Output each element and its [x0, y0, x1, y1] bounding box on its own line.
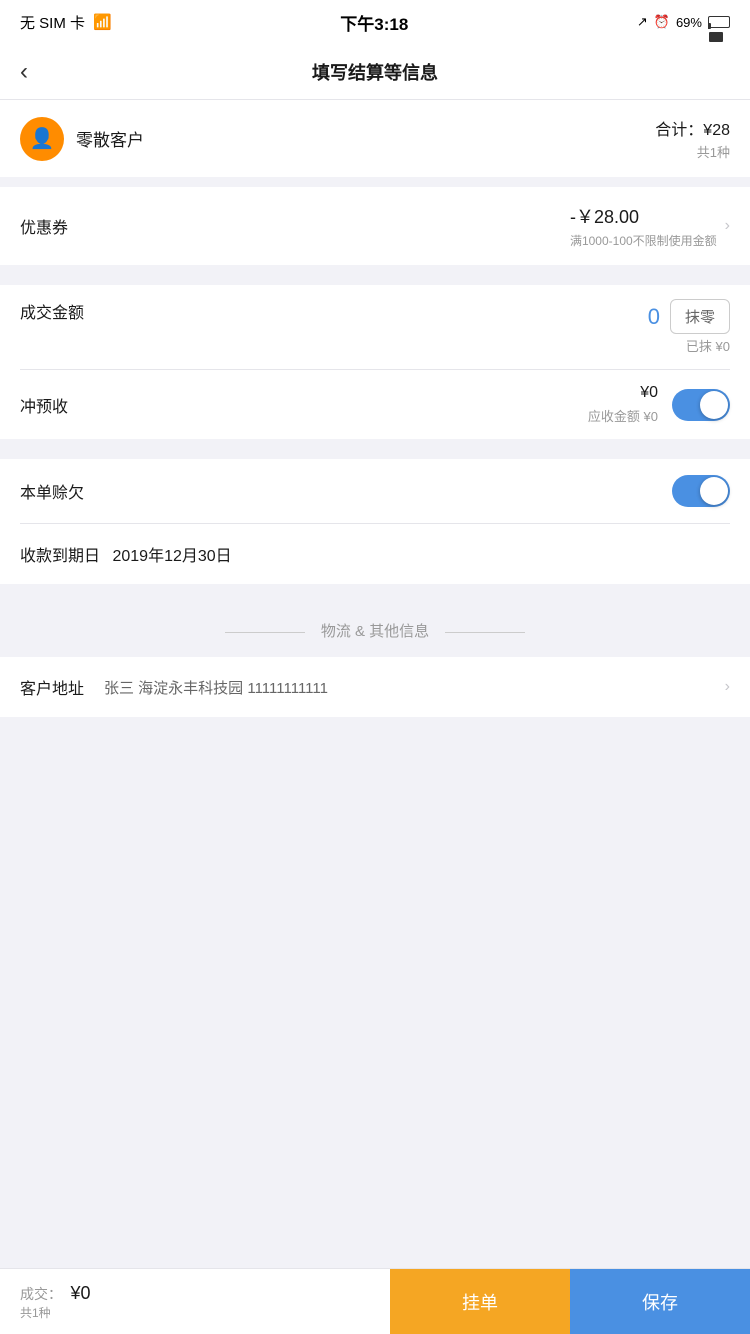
coupon-section: 优惠券 -￥28.00 满1000-100不限制使用金额 › [0, 187, 750, 265]
bottom-bar: 成交： ¥0 共1种 挂单 保存 [0, 1268, 750, 1334]
transaction-value: 0 [648, 304, 660, 330]
bottom-left: 成交： ¥0 共1种 [0, 1283, 390, 1321]
battery-icon [708, 16, 730, 28]
back-button[interactable]: ‹ [20, 58, 28, 86]
section-divider-3 [0, 594, 750, 604]
content-area: 👤 零散客户 合计：¥28 共1种 优惠券 -￥28.00 满1000-100不… [0, 100, 750, 807]
logistics-header: 物流 & 其他信息 [0, 604, 750, 657]
coupon-right: -￥28.00 满1000-100不限制使用金额 › [570, 203, 730, 249]
advance-amount: ¥0 [640, 384, 658, 402]
deal-label: 成交： [20, 1286, 62, 1302]
section-divider-1 [0, 275, 750, 285]
customer-section: 👤 零散客户 合计：¥28 共1种 [0, 100, 750, 177]
coupon-value-container: -￥28.00 满1000-100不限制使用金额 [570, 203, 717, 249]
toggle-knob [700, 391, 728, 419]
hold-button[interactable]: 挂单 [390, 1269, 570, 1334]
address-row[interactable]: 客户地址 张三 海淀永丰科技园 11111111111 › [0, 657, 750, 717]
carrier-label: 无 SIM 卡 [20, 12, 85, 33]
transaction-row: 成交金额 0 抹零 已抹 ¥0 [0, 285, 750, 369]
alarm-icon: ⏰ [654, 14, 670, 30]
hold-button-label: 挂单 [462, 1289, 498, 1315]
status-bar: 无 SIM 卡 📶 下午3:18 ↗ ⏰ 69% [0, 0, 750, 44]
save-button-label: 保存 [642, 1289, 678, 1315]
coupon-description: 满1000-100不限制使用金额 [570, 232, 717, 249]
status-left: 无 SIM 卡 📶 [20, 12, 112, 33]
avatar-icon: 👤 [30, 126, 55, 151]
transaction-label: 成交金额 [20, 299, 84, 323]
transaction-right: 0 抹零 已抹 ¥0 [648, 299, 730, 355]
coupon-amount: -￥28.00 [570, 203, 717, 229]
coupon-chevron-icon: › [725, 217, 730, 235]
bottom-count: 共1种 [20, 1304, 370, 1321]
save-button[interactable]: 保存 [570, 1269, 750, 1334]
customer-row: 👤 零散客户 合计：¥28 共1种 [0, 100, 750, 177]
debt-row: 本单赊欠 [0, 459, 750, 523]
advance-toggle[interactable] [672, 389, 730, 421]
address-chevron-icon: › [725, 678, 730, 696]
deal-amount: ¥0 [70, 1283, 90, 1304]
transaction-section: 成交金额 0 抹零 已抹 ¥0 冲预收 ¥0 应收金额 ¥0 [0, 285, 750, 439]
page-title: 填写结算等信息 [312, 59, 438, 85]
customer-total: 合计：¥28 [655, 116, 730, 140]
status-time: 下午3:18 [340, 10, 408, 35]
battery-percent: 69% [676, 15, 702, 30]
coupon-row[interactable]: 优惠券 -￥28.00 满1000-100不限制使用金额 › [0, 187, 750, 265]
status-right: ↗ ⏰ 69% [637, 14, 730, 30]
wifi-icon: 📶 [93, 13, 112, 31]
transaction-sub: 已抹 ¥0 [686, 336, 730, 355]
due-date-label: 收款到期日 [20, 548, 100, 565]
address-value: 张三 海淀永丰科技园 11111111111 [104, 677, 717, 698]
address-label: 客户地址 [20, 675, 84, 699]
customer-count: 共1种 [655, 142, 730, 161]
round-zero-button[interactable]: 抹零 [670, 299, 730, 334]
debt-label: 本单赊欠 [20, 479, 84, 503]
advance-right: ¥0 应收金额 ¥0 [588, 384, 658, 425]
customer-avatar: 👤 [20, 117, 64, 161]
section-divider-2 [0, 449, 750, 459]
advance-row: 冲预收 ¥0 应收金额 ¥0 [0, 370, 750, 439]
debt-toggle[interactable] [672, 475, 730, 507]
nav-bar: ‹ 填写结算等信息 [0, 44, 750, 100]
advance-sub: 应收金额 ¥0 [588, 406, 658, 425]
coupon-label: 优惠券 [20, 214, 68, 238]
transaction-value-row: 0 抹零 [648, 299, 730, 334]
customer-name: 零散客户 [76, 126, 144, 151]
due-date-value: 2019年12月30日 [112, 548, 231, 565]
address-section: 客户地址 张三 海淀永丰科技园 11111111111 › [0, 657, 750, 717]
logistics-label: 物流 & 其他信息 [321, 623, 429, 640]
customer-right: 合计：¥28 共1种 [655, 116, 730, 161]
debt-toggle-knob [700, 477, 728, 505]
back-icon: ‹ [20, 58, 28, 85]
advance-label: 冲预收 [20, 393, 68, 417]
location-icon: ↗ [637, 14, 648, 30]
due-date-row: 收款到期日 2019年12月30日 [0, 524, 750, 584]
customer-left: 👤 零散客户 [20, 117, 144, 161]
debt-section: 本单赊欠 收款到期日 2019年12月30日 [0, 459, 750, 584]
